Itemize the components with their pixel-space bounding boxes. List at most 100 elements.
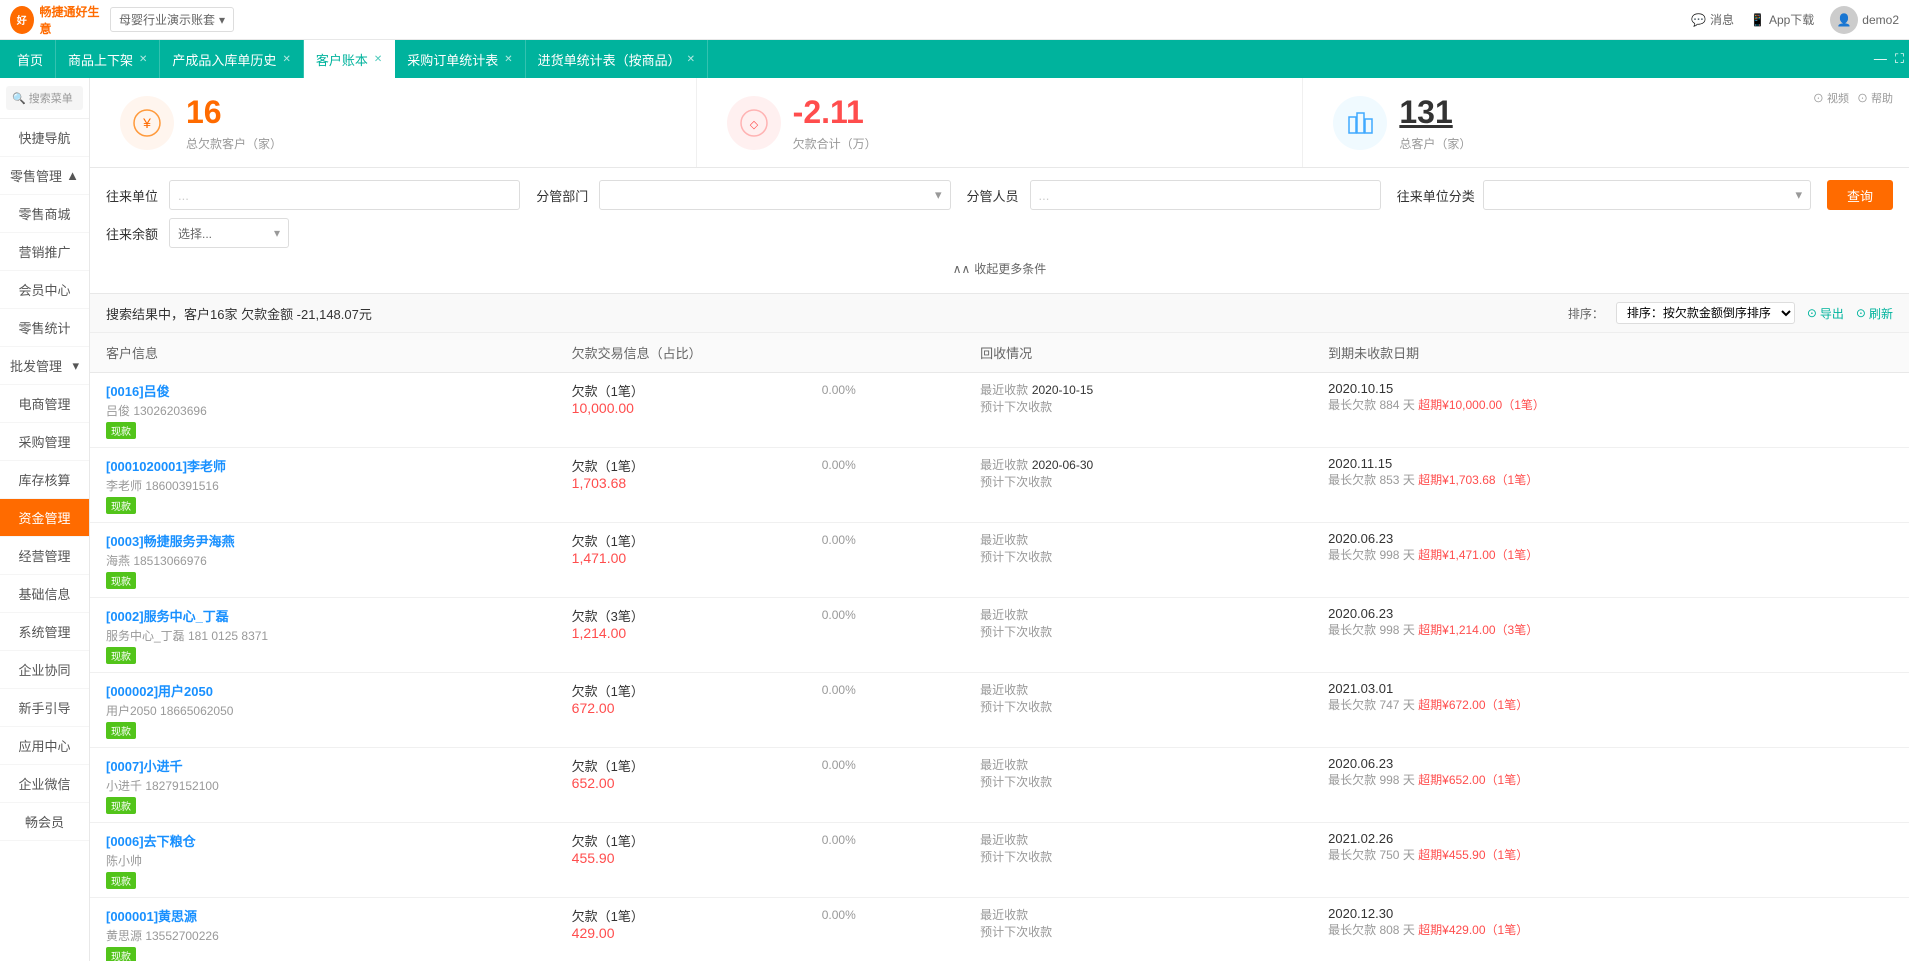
query-button[interactable]: 查询	[1827, 180, 1893, 210]
sidebar-item-retail-stats[interactable]: 零售统计	[0, 309, 89, 347]
dept-input[interactable]: ▾	[599, 180, 950, 210]
overdue-link[interactable]: 超期¥455.90（1笔）	[1418, 848, 1528, 862]
customer-name-link[interactable]: [0016]吕俊	[106, 381, 540, 400]
next-collection-label: 预计下次收款	[980, 775, 1052, 789]
results-bar: 搜索结果中，客户16家 欠款金额 -21,148.07元 排序： 排序：按欠款金…	[90, 294, 1909, 333]
search-menu-button[interactable]: 🔍 搜索菜单	[6, 86, 83, 110]
source-unit-input[interactable]: ...	[169, 180, 520, 210]
industry-selector[interactable]: 母婴行业演示账套 ▾	[110, 7, 234, 32]
debt-percent: 0.00%	[822, 683, 948, 697]
tab-purchase-stats[interactable]: 采购订单统计表 ✕	[395, 40, 525, 78]
overdue-info: 最长欠款 998 天 超期¥652.00（1笔）	[1328, 771, 1893, 788]
balance-select[interactable]: 选择... ▾	[169, 218, 289, 248]
customer-tag: 现款	[106, 647, 136, 664]
sidebar-item-enterprise[interactable]: 企业协同	[0, 651, 89, 689]
debt-amount[interactable]: 429.00	[572, 925, 790, 941]
app-download-button[interactable]: 📱 App下载	[1750, 11, 1814, 28]
debt-amount[interactable]: 1,214.00	[572, 625, 790, 641]
filter-manager: 分管人员 ...	[967, 180, 1381, 210]
sidebar-item-new-guide[interactable]: 新手引导	[0, 689, 89, 727]
sidebar-item-quick-nav[interactable]: 快捷导航	[0, 119, 89, 157]
stat-icon-3	[1333, 96, 1387, 150]
collapse-button[interactable]: ∧∧ 收起更多条件	[106, 256, 1893, 281]
close-icon[interactable]: ✕	[139, 54, 147, 65]
customer-name-link[interactable]: [0002]服务中心_丁磊	[106, 606, 540, 625]
unit-category-input[interactable]: ▾	[1483, 180, 1811, 210]
debt-count: 欠款（1笔）	[572, 831, 790, 850]
maximize-icon[interactable]: ⛶	[1895, 51, 1904, 67]
sidebar-item-member[interactable]: 会员中心	[0, 271, 89, 309]
collection-cell: 最近收款 预计下次收款	[964, 748, 1312, 823]
customer-tag: 现款	[106, 797, 136, 814]
refresh-button[interactable]: ⊙ 刷新	[1856, 305, 1893, 322]
overdue-link[interactable]: 超期¥652.00（1笔）	[1418, 773, 1528, 787]
sidebar-item-marketing[interactable]: 营销推广	[0, 233, 89, 271]
sidebar-item-retail-store[interactable]: 零售商城	[0, 195, 89, 233]
customer-info-cell: [000002]用户2050 用户2050 18665062050 现款	[90, 673, 556, 748]
debt-percent: 0.00%	[822, 383, 948, 397]
tab-home-label: 首页	[17, 50, 43, 69]
sidebar-item-app-center[interactable]: 应用中心	[0, 727, 89, 765]
close-icon[interactable]: ✕	[374, 54, 382, 65]
close-icon[interactable]: ✕	[504, 54, 512, 65]
collection-info: 最近收款	[980, 831, 1296, 848]
debt-amount[interactable]: 672.00	[572, 700, 790, 716]
overdue-link[interactable]: 超期¥10,000.00（1笔）	[1418, 398, 1545, 412]
manager-input[interactable]: ...	[1030, 180, 1381, 210]
collection-info: 最近收款	[980, 531, 1296, 548]
sidebar-item-purchase-mgmt[interactable]: 采购管理	[0, 423, 89, 461]
close-icon[interactable]: ✕	[687, 54, 695, 65]
last-collection-label: 最近收款	[980, 908, 1028, 922]
sidebar-item-member2[interactable]: 畅会员	[0, 803, 89, 841]
overdue-link[interactable]: 超期¥1,703.68（1笔）	[1418, 473, 1538, 487]
tab-purchase-stats2[interactable]: 进货单统计表（按商品） ✕	[526, 40, 708, 78]
export-button[interactable]: ⊙ 导出	[1807, 305, 1844, 322]
customer-name-link[interactable]: [0006]去下粮仓	[106, 831, 540, 850]
debt-amount[interactable]: 652.00	[572, 775, 790, 791]
tab-production-history-label: 产成品入库单历史	[172, 50, 276, 69]
customer-tag: 现款	[106, 872, 136, 889]
overdue-link[interactable]: 超期¥1,214.00（3笔）	[1418, 623, 1538, 637]
debt-percent: 0.00%	[822, 758, 948, 772]
debt-amount[interactable]: 1,471.00	[572, 550, 790, 566]
customer-name-link[interactable]: [000001]黄思源	[106, 906, 540, 925]
customer-name-link[interactable]: [000002]用户2050	[106, 681, 540, 700]
close-icon[interactable]: ✕	[282, 54, 290, 65]
sort-select[interactable]: 排序：按欠款金额倒序排序	[1616, 302, 1795, 324]
customer-tag: 现款	[106, 572, 136, 589]
tab-home[interactable]: 首页	[5, 40, 56, 78]
sidebar-item-retail-mgmt[interactable]: 零售管理 ▲	[0, 157, 89, 195]
tab-customer-account[interactable]: 客户账本 ✕	[304, 40, 395, 78]
sidebar-item-batch-mgmt[interactable]: 批发管理 ▾	[0, 347, 89, 385]
sidebar-item-finance[interactable]: 资金管理	[0, 499, 89, 537]
tab-production-history[interactable]: 产成品入库单历史 ✕	[160, 40, 303, 78]
customer-name-link[interactable]: [0007]小进千	[106, 756, 540, 775]
help-button[interactable]: ⊙ 帮助	[1857, 90, 1893, 106]
overdue-link[interactable]: 超期¥672.00（1笔）	[1418, 698, 1528, 712]
sidebar-item-inventory[interactable]: 库存核算	[0, 461, 89, 499]
overdue-link[interactable]: 超期¥429.00（1笔）	[1418, 923, 1528, 937]
sidebar-item-basic-info[interactable]: 基础信息	[0, 575, 89, 613]
customer-name-link[interactable]: [0001020001]李老师	[106, 456, 540, 475]
messages-button[interactable]: 💬 消息	[1691, 11, 1734, 28]
customer-contact: 陈小帅	[106, 852, 540, 869]
debt-amount[interactable]: 1,703.68	[572, 475, 790, 491]
user-avatar-button[interactable]: 👤 demo2	[1830, 6, 1899, 34]
debt-amount[interactable]: 10,000.00	[572, 400, 790, 416]
customer-contact: 黄思源 13552700226	[106, 927, 540, 944]
debt-percent-cell: 0.00%	[806, 598, 964, 673]
sidebar-item-ecommerce[interactable]: 电商管理	[0, 385, 89, 423]
video-help-button[interactable]: ⊙ 视频	[1813, 90, 1849, 106]
minimize-icon[interactable]: —	[1874, 51, 1887, 67]
customer-name-link[interactable]: [0003]畅捷服务尹海燕	[106, 531, 540, 550]
sidebar-item-system[interactable]: 系统管理	[0, 613, 89, 651]
filter-unit-category: 往来单位分类 ▾	[1397, 180, 1811, 210]
debt-percent-cell: 0.00%	[806, 373, 964, 448]
overdue-link[interactable]: 超期¥1,471.00（1笔）	[1418, 548, 1538, 562]
dept-label: 分管部门	[536, 186, 591, 205]
tab-product-status[interactable]: 商品上下架 ✕	[56, 40, 160, 78]
sidebar: 🔍 搜索菜单 快捷导航 零售管理 ▲ 零售商城 营销推广 会员中心 零售统计 批…	[0, 78, 90, 961]
debt-amount[interactable]: 455.90	[572, 850, 790, 866]
sidebar-item-wechat[interactable]: 企业微信	[0, 765, 89, 803]
sidebar-item-operations[interactable]: 经营管理	[0, 537, 89, 575]
